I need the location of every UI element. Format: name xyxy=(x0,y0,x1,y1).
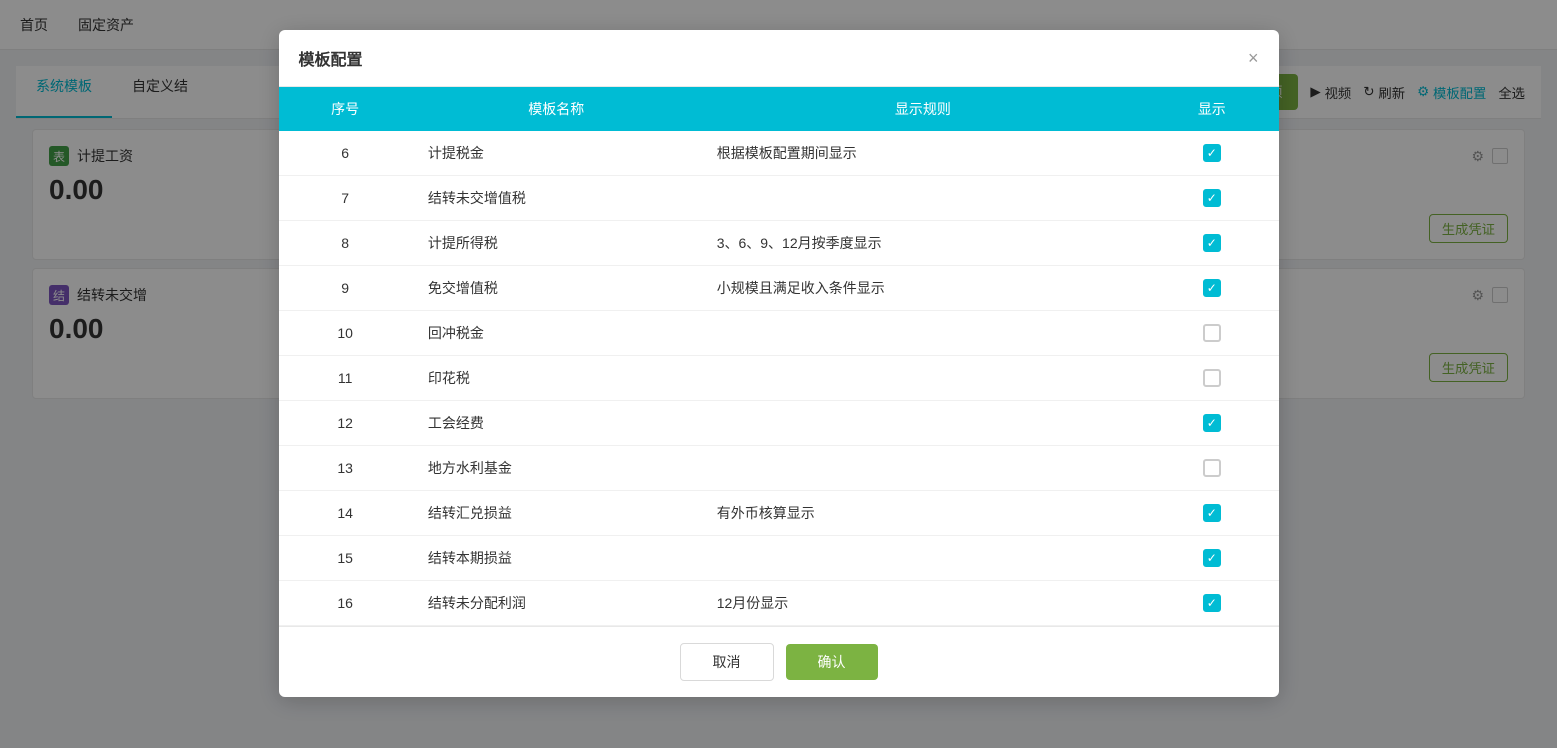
table-header-row: 序号 模板名称 显示规则 显示 xyxy=(279,87,1279,131)
cell-display[interactable] xyxy=(1145,221,1278,266)
cell-seq: 11 xyxy=(279,356,412,401)
checkbox-wrapper[interactable] xyxy=(1161,189,1262,207)
table-wrapper[interactable]: 序号 模板名称 显示规则 显示 6计提税金根据模板配置期间显示7结转未交增值税8… xyxy=(279,87,1279,626)
cell-name: 地方水利基金 xyxy=(412,446,701,491)
cell-display[interactable] xyxy=(1145,446,1278,491)
cell-seq: 10 xyxy=(279,311,412,356)
modal-title: 模板配置 xyxy=(299,46,363,70)
col-rule: 显示规则 xyxy=(701,87,1145,131)
config-table: 序号 模板名称 显示规则 显示 6计提税金根据模板配置期间显示7结转未交增值税8… xyxy=(279,87,1279,626)
table-body: 6计提税金根据模板配置期间显示7结转未交增值税8计提所得税3、6、9、12月按季… xyxy=(279,131,1279,626)
table-row: 7结转未交增值税 xyxy=(279,176,1279,221)
cell-rule xyxy=(701,311,1145,356)
checkbox-wrapper[interactable] xyxy=(1161,234,1262,252)
cell-name: 计提所得税 xyxy=(412,221,701,266)
checkbox-wrapper[interactable] xyxy=(1161,459,1262,477)
cell-rule xyxy=(701,446,1145,491)
checkbox-wrapper[interactable] xyxy=(1161,414,1262,432)
checkbox-wrapper[interactable] xyxy=(1161,324,1262,342)
cell-seq: 7 xyxy=(279,176,412,221)
table-row: 16结转未分配利润12月份显示 xyxy=(279,581,1279,626)
cell-seq: 13 xyxy=(279,446,412,491)
cell-name: 免交增值税 xyxy=(412,266,701,311)
cell-rule xyxy=(701,176,1145,221)
col-name: 模板名称 xyxy=(412,87,701,131)
cell-name: 结转本期损益 xyxy=(412,536,701,581)
cell-seq: 14 xyxy=(279,491,412,536)
checkbox-wrapper[interactable] xyxy=(1161,549,1262,567)
modal-header: 模板配置 × xyxy=(279,30,1279,87)
cell-seq: 16 xyxy=(279,581,412,626)
col-display: 显示 xyxy=(1145,87,1278,131)
cell-seq: 12 xyxy=(279,401,412,446)
checkbox-15[interactable] xyxy=(1203,549,1221,567)
checkbox-7[interactable] xyxy=(1203,189,1221,207)
modal-template-config: 模板配置 × 序号 模板名称 显示规则 显示 6计提税金根据模板配置期间显 xyxy=(279,30,1279,697)
cell-rule xyxy=(701,401,1145,446)
cell-name: 结转汇兑损益 xyxy=(412,491,701,536)
checkbox-8[interactable] xyxy=(1203,234,1221,252)
checkbox-10[interactable] xyxy=(1203,324,1221,342)
cell-rule xyxy=(701,536,1145,581)
table-row: 8计提所得税3、6、9、12月按季度显示 xyxy=(279,221,1279,266)
confirm-button[interactable]: 确认 xyxy=(786,644,878,680)
table-row: 12工会经费 xyxy=(279,401,1279,446)
checkbox-11[interactable] xyxy=(1203,369,1221,387)
modal-footer: 取消 确认 xyxy=(279,626,1279,697)
cell-name: 结转未交增值税 xyxy=(412,176,701,221)
cell-seq: 6 xyxy=(279,131,412,176)
checkbox-wrapper[interactable] xyxy=(1161,369,1262,387)
cell-name: 工会经费 xyxy=(412,401,701,446)
checkbox-12[interactable] xyxy=(1203,414,1221,432)
table-row: 13地方水利基金 xyxy=(279,446,1279,491)
cell-display[interactable] xyxy=(1145,356,1278,401)
modal-close-button[interactable]: × xyxy=(1248,49,1259,67)
cell-rule: 12月份显示 xyxy=(701,581,1145,626)
table-row: 10回冲税金 xyxy=(279,311,1279,356)
cell-display[interactable] xyxy=(1145,266,1278,311)
table-row: 11印花税 xyxy=(279,356,1279,401)
cell-display[interactable] xyxy=(1145,131,1278,176)
cell-rule: 3、6、9、12月按季度显示 xyxy=(701,221,1145,266)
checkbox-wrapper[interactable] xyxy=(1161,594,1262,612)
cell-name: 回冲税金 xyxy=(412,311,701,356)
checkbox-13[interactable] xyxy=(1203,459,1221,477)
cancel-button[interactable]: 取消 xyxy=(680,643,774,681)
cell-display[interactable] xyxy=(1145,581,1278,626)
cell-rule: 小规模且满足收入条件显示 xyxy=(701,266,1145,311)
col-seq: 序号 xyxy=(279,87,412,131)
checkbox-wrapper[interactable] xyxy=(1161,144,1262,162)
cell-display[interactable] xyxy=(1145,311,1278,356)
cell-name: 结转未分配利润 xyxy=(412,581,701,626)
checkbox-14[interactable] xyxy=(1203,504,1221,522)
cell-display[interactable] xyxy=(1145,401,1278,446)
cell-name: 计提税金 xyxy=(412,131,701,176)
cell-rule: 根据模板配置期间显示 xyxy=(701,131,1145,176)
modal-overlay: 模板配置 × 序号 模板名称 显示规则 显示 6计提税金根据模板配置期间显 xyxy=(0,0,1557,748)
table-row: 6计提税金根据模板配置期间显示 xyxy=(279,131,1279,176)
table-row: 9免交增值税小规模且满足收入条件显示 xyxy=(279,266,1279,311)
cell-seq: 9 xyxy=(279,266,412,311)
cell-display[interactable] xyxy=(1145,536,1278,581)
cell-name: 印花税 xyxy=(412,356,701,401)
cell-rule: 有外币核算显示 xyxy=(701,491,1145,536)
modal-body: 序号 模板名称 显示规则 显示 6计提税金根据模板配置期间显示7结转未交增值税8… xyxy=(279,87,1279,626)
checkbox-6[interactable] xyxy=(1203,144,1221,162)
cell-seq: 15 xyxy=(279,536,412,581)
checkbox-9[interactable] xyxy=(1203,279,1221,297)
table-row: 14结转汇兑损益有外币核算显示 xyxy=(279,491,1279,536)
checkbox-wrapper[interactable] xyxy=(1161,504,1262,522)
checkbox-wrapper[interactable] xyxy=(1161,279,1262,297)
cell-display[interactable] xyxy=(1145,491,1278,536)
checkbox-16[interactable] xyxy=(1203,594,1221,612)
cell-rule xyxy=(701,356,1145,401)
cell-display[interactable] xyxy=(1145,176,1278,221)
table-row: 15结转本期损益 xyxy=(279,536,1279,581)
cell-seq: 8 xyxy=(279,221,412,266)
